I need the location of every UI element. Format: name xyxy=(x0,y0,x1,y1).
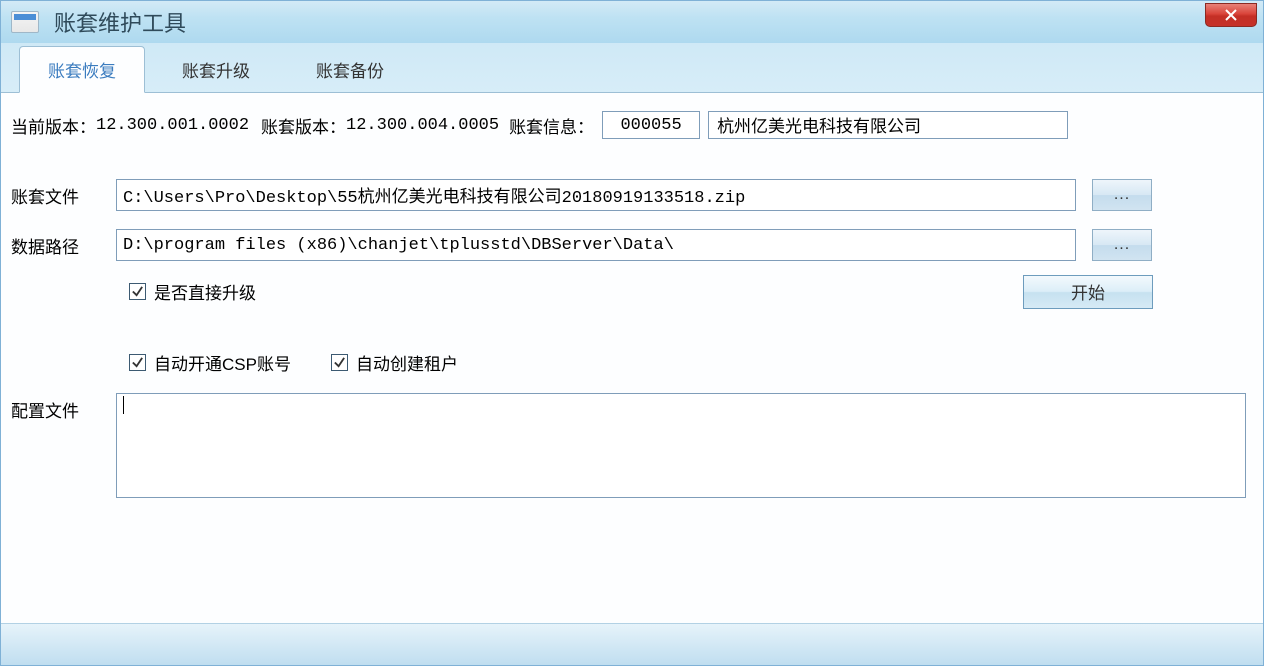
app-icon xyxy=(11,11,39,33)
current-version-label: 当前版本： xyxy=(11,113,96,138)
browse-data-path-button[interactable]: ... xyxy=(1092,229,1152,261)
config-file-label: 配置文件 xyxy=(11,393,116,422)
data-path-input[interactable] xyxy=(116,229,1076,261)
content-area: 当前版本： 12.300.001.0002 账套版本： 12.300.004.0… xyxy=(1,93,1263,623)
checkbox-icon xyxy=(331,354,348,371)
window-title: 账套维护工具 xyxy=(54,6,186,38)
browse-account-file-button[interactable]: ... xyxy=(1092,179,1152,211)
auto-csp-checkbox[interactable]: 自动开通CSP账号 xyxy=(129,350,291,375)
checkbox-icon xyxy=(129,354,146,371)
titlebar[interactable]: 账套维护工具 xyxy=(1,1,1263,43)
auto-tenant-label: 自动创建租户 xyxy=(356,350,458,375)
start-button[interactable]: 开始 xyxy=(1023,275,1153,309)
close-icon xyxy=(1224,9,1238,21)
account-info-label: 账套信息： xyxy=(509,113,594,138)
account-file-label: 账套文件 xyxy=(11,183,116,208)
checkbox-icon xyxy=(129,283,146,300)
auto-tenant-checkbox[interactable]: 自动创建租户 xyxy=(331,350,458,375)
direct-upgrade-label: 是否直接升级 xyxy=(154,279,256,304)
close-button[interactable] xyxy=(1205,3,1257,27)
tab-bar: 账套恢复 账套升级 账套备份 xyxy=(1,43,1263,93)
account-file-row: 账套文件 ... xyxy=(11,179,1253,211)
data-path-label: 数据路径 xyxy=(11,233,116,258)
tab-backup[interactable]: 账套备份 xyxy=(287,46,413,92)
tab-restore[interactable]: 账套恢复 xyxy=(19,46,145,93)
direct-upgrade-checkbox[interactable]: 是否直接升级 xyxy=(129,279,256,304)
account-code-field[interactable]: 000055 xyxy=(602,111,700,139)
tab-upgrade[interactable]: 账套升级 xyxy=(153,46,279,92)
account-name-field[interactable]: 杭州亿美光电科技有限公司 xyxy=(708,111,1068,139)
current-version-value: 12.300.001.0002 xyxy=(96,116,249,135)
config-file-textarea[interactable] xyxy=(116,393,1246,498)
config-file-row: 配置文件 xyxy=(11,393,1253,498)
status-bar xyxy=(1,623,1263,665)
auto-checkbox-row: 自动开通CSP账号 自动创建租户 xyxy=(11,350,1253,375)
auto-csp-label: 自动开通CSP账号 xyxy=(154,350,291,375)
account-version-value: 12.300.004.0005 xyxy=(346,116,499,135)
version-info-row: 当前版本： 12.300.001.0002 账套版本： 12.300.004.0… xyxy=(11,111,1253,139)
data-path-row: 数据路径 ... xyxy=(11,229,1253,261)
upgrade-checkbox-row: 是否直接升级 开始 xyxy=(11,279,1253,304)
account-file-input[interactable] xyxy=(116,179,1076,211)
app-window: 账套维护工具 账套恢复 账套升级 账套备份 当前版本： 12.300.001.0… xyxy=(0,0,1264,666)
account-version-label: 账套版本： xyxy=(261,113,346,138)
